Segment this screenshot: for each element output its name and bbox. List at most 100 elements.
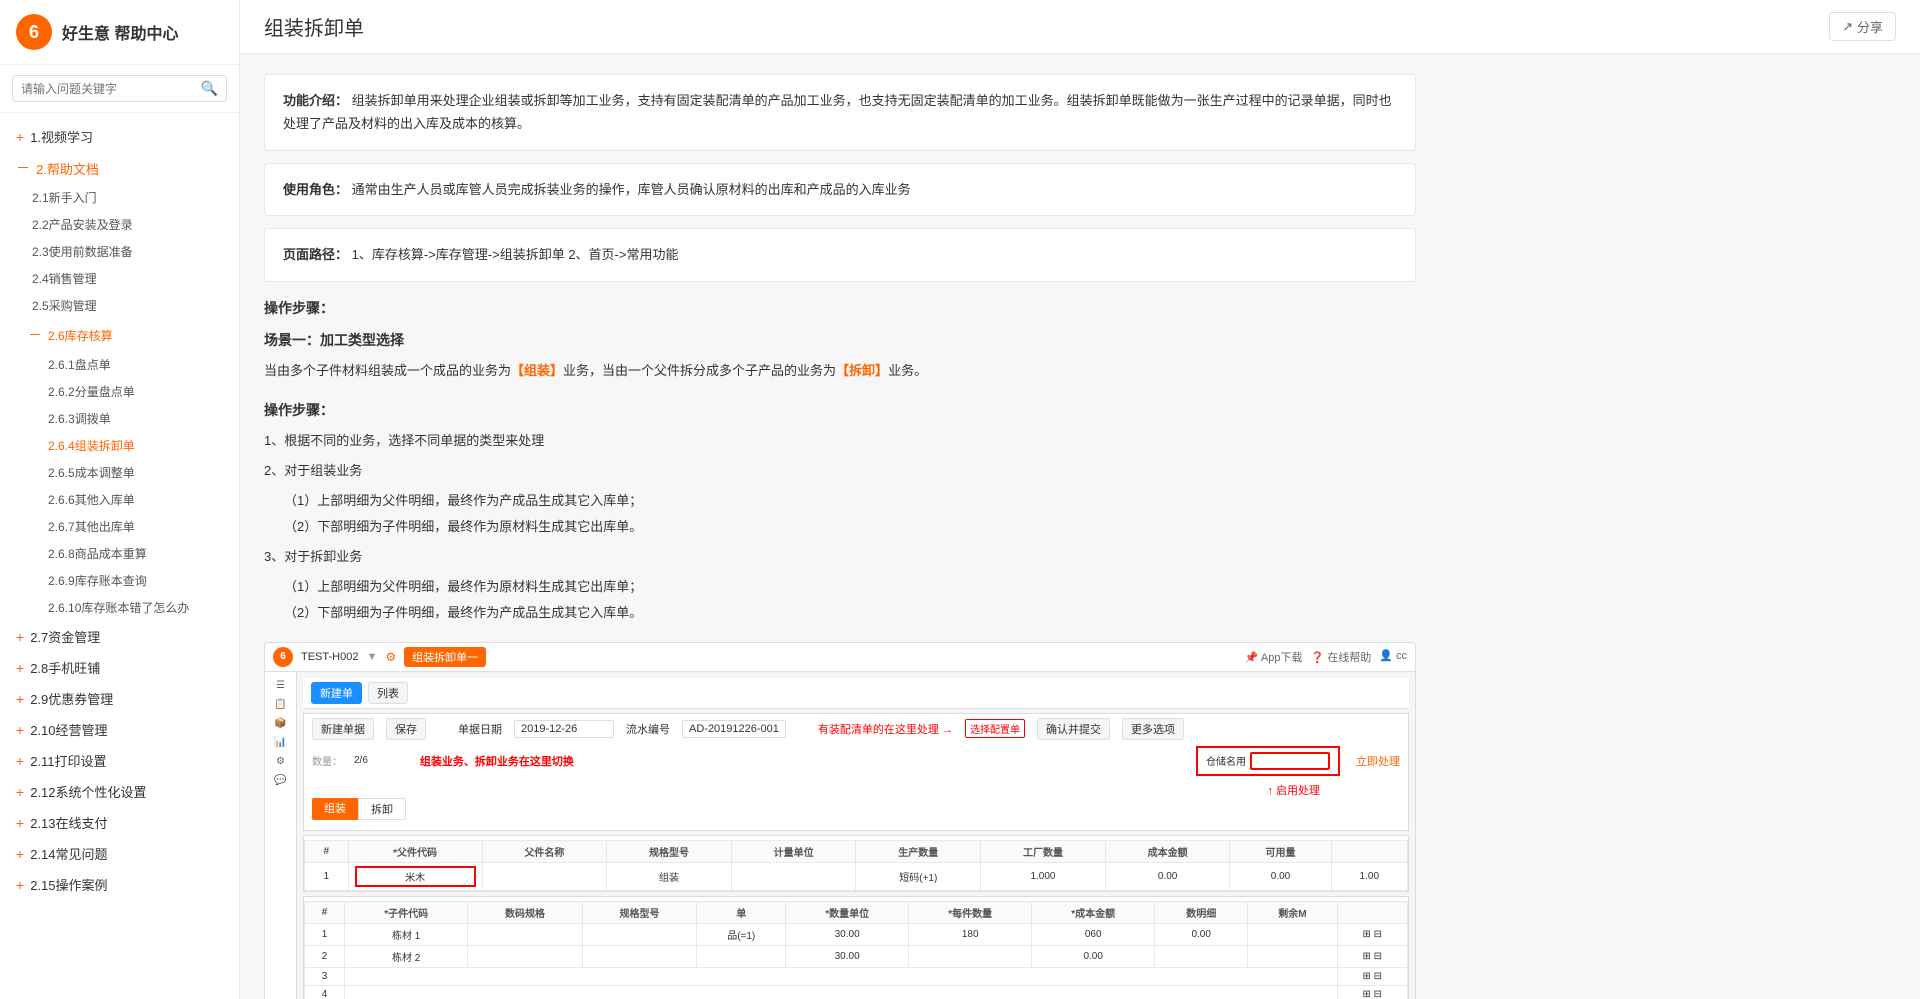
sidebar-item-ledger-error[interactable]: 2.6.10库存账本错了怎么办	[0, 594, 239, 621]
step2: 2、对于组装业务	[264, 458, 1416, 484]
sidebar-item-install[interactable]: 2.2产品安装及登录	[0, 211, 239, 238]
expand-icon-faq: +	[16, 846, 24, 862]
sidebar-item-data-prep[interactable]: 2.3使用前数据准备	[0, 238, 239, 265]
expand-icon-payment: +	[16, 815, 24, 831]
sidebar-item-customize[interactable]: + 2.12系统个性化设置	[0, 776, 239, 807]
app-left-sidebar: ☰ 📋 📦 📊 ⚙ 💬	[265, 672, 297, 999]
sidebar-item-print[interactable]: + 2.11打印设置	[0, 745, 239, 776]
sidebar-item-purchase[interactable]: 2.5采购管理	[0, 292, 239, 319]
child-table: # *子件代码 数码规格 规格型号 单 *数量单位 *每件数量 *成本金额 数明	[304, 901, 1408, 999]
tab-list-btn[interactable]: 列表	[368, 682, 408, 704]
sidebar-item-finance[interactable]: + 2.7资金管理	[0, 621, 239, 652]
th-available: 可用量	[1230, 840, 1331, 862]
tab-new-btn[interactable]: 新建单	[311, 682, 362, 704]
expand-icon: +	[16, 129, 24, 145]
sidebar-item-other-outbound[interactable]: 2.6.7其他出库单	[0, 513, 239, 540]
expand-icon-customize: +	[16, 784, 24, 800]
sidebar-item-partial-stocktake[interactable]: 2.6.2分量盘点单	[0, 378, 239, 405]
sidebar-item-transfer[interactable]: 2.6.3调拨单	[0, 405, 239, 432]
search-icon[interactable]: 🔍	[201, 80, 218, 97]
app-sidebar-icon1: ☰	[276, 680, 285, 691]
date-label: 单据日期	[458, 721, 502, 737]
th-child-model: 规格型号	[582, 901, 697, 923]
warehouse-input[interactable]	[1250, 752, 1330, 770]
btn-new[interactable]: 新建单据	[312, 718, 374, 740]
app-sidebar-icon6: 💬	[274, 775, 286, 786]
date-value[interactable]: 2019-12-26	[514, 720, 614, 738]
process-label: 仓储名用	[1206, 753, 1246, 768]
type-tab-disassembly[interactable]: 拆卸	[358, 798, 406, 820]
sidebar-item-cost-adjust[interactable]: 2.6.5成本调整单	[0, 459, 239, 486]
type-tab-assembly[interactable]: 组装	[312, 798, 358, 820]
main-content: 组装拆卸单 ↗ 分享 功能介绍： 组装拆卸单用来处理企业组装或拆卸等加工业务，支…	[240, 0, 1920, 999]
cell-child-remain-2	[1248, 945, 1337, 967]
share-button[interactable]: ↗ 分享	[1829, 12, 1896, 41]
expand-icon-coupon: +	[16, 691, 24, 707]
sidebar-item-assembly[interactable]: 2.6.4组装拆卸单	[0, 432, 239, 459]
no-value[interactable]: AD-20191226-001	[682, 720, 786, 738]
sidebar-item-cost-recalc[interactable]: 2.6.8商品成本重算	[0, 540, 239, 567]
th-spec: 规格型号	[607, 840, 732, 862]
refresh-icon[interactable]: ⚙	[385, 650, 396, 664]
scene1-title: 场景一：加工类型选择	[264, 330, 1416, 350]
cell-child-cost-2: 0.00	[1032, 945, 1155, 967]
app-top-bar: 6 TEST-H002 ▼ ⚙ 组装拆卸单一 📌 App下载 ❓ 在线帮助 👤 …	[265, 643, 1415, 672]
app-new-doc-btn[interactable]: 组装拆卸单一	[404, 647, 486, 667]
cell-child-cost-1: 060	[1032, 923, 1155, 945]
app-company: TEST-H002	[301, 651, 358, 663]
btn-save[interactable]: 保存	[386, 718, 426, 740]
role-label: 使用角色：	[283, 182, 348, 197]
app-sidebar-icon4: 📊	[274, 737, 286, 748]
child-table-section: # *子件代码 数码规格 规格型号 单 *数量单位 *每件数量 *成本金额 数明	[303, 896, 1409, 999]
cell-4-empty	[345, 985, 1337, 999]
th-child-per-unit: *每件数量	[909, 901, 1032, 923]
btn-confirm[interactable]: 确认并提交	[1037, 718, 1110, 740]
sidebar-item-coupon[interactable]: + 2.9优惠券管理	[0, 683, 239, 714]
btn-select-config[interactable]: 选择配置单	[965, 719, 1025, 738]
sidebar-item-faq[interactable]: + 2.14常见问题	[0, 838, 239, 869]
th-child-ops	[1337, 901, 1407, 923]
search-input[interactable]	[21, 82, 201, 96]
annotation1-text: 有装配清单的在这里处理 →	[818, 721, 953, 737]
th-child-remain: 剩余M	[1248, 901, 1337, 923]
sidebar-item-other-inbound[interactable]: 2.6.6其他入库单	[0, 486, 239, 513]
sidebar-item-mobile[interactable]: + 2.8手机旺铺	[0, 652, 239, 683]
father-code-highlight[interactable]: 米木	[355, 866, 476, 887]
logo-icon: 6	[16, 14, 52, 50]
father-table: # *父件代码 父件名称 规格型号 计量单位 生产数量 工厂数量 成本金额 可用	[304, 840, 1408, 891]
logo-area: 6 好生意 帮助中心	[0, 0, 239, 65]
cell-child-detail-1: 0.00	[1155, 923, 1248, 945]
sidebar-item-videos[interactable]: + 1.视频学习	[0, 121, 239, 152]
sidebar-item-ledger-query[interactable]: 2.6.9库存账本查询	[0, 567, 239, 594]
step1: 1、根据不同的业务，选择不同单据的类型来处理	[264, 428, 1416, 454]
sidebar-item-inventory[interactable]: － 2.6库存核算	[0, 319, 239, 351]
sidebar-item-payment[interactable]: + 2.13在线支付	[0, 807, 239, 838]
cell-father-name	[482, 862, 607, 890]
role-text: 通常由生产人员或库管人员完成拆装业务的操作，库管人员确认原材料的出库和产成品的入…	[352, 182, 911, 197]
search-box[interactable]: 🔍	[12, 75, 227, 102]
sidebar-item-beginner[interactable]: 2.1新手入门	[0, 184, 239, 211]
app-form-header: 新建单据 保存 单据日期 2019-12-26 流水编号 AD-20191226…	[303, 713, 1409, 831]
btn-process[interactable]: 立即处理	[1356, 753, 1400, 769]
th-serial: #	[305, 840, 349, 862]
sidebar-item-stocktake[interactable]: 2.6.1盘点单	[0, 351, 239, 378]
cell-3-s: 3	[305, 967, 345, 985]
sidebar-item-ops[interactable]: + 2.10经营管理	[0, 714, 239, 745]
cell-prod-qty: 短码(+1)	[856, 862, 981, 890]
btn-more[interactable]: 更多选项	[1122, 718, 1184, 740]
cell-child-unit-2	[697, 945, 786, 967]
app-main-area: 新建单 列表 新建单据 保存 单据日期 2019-12-26 流水编号	[297, 672, 1415, 999]
cell-child-qty-unit-2: 30.00	[786, 945, 909, 967]
cell-spec: 组装	[607, 862, 732, 890]
highlight-assembly: 【组装】	[511, 363, 563, 378]
help-icon: ❓ 在线帮助	[1310, 649, 1371, 665]
cell-cost: 0.00	[1105, 862, 1230, 890]
sidebar-item-docs[interactable]: － 2.帮助文档	[0, 152, 239, 184]
user-icon: 👤 cc	[1379, 649, 1407, 665]
sidebar-item-cases[interactable]: + 2.15操作案例	[0, 869, 239, 900]
annotation3-text: ↑ 启用处理	[1267, 785, 1320, 797]
path-text: 1、库存核算->库存管理->组装拆卸单 2、首页->常用功能	[352, 247, 679, 262]
content-area: 功能介绍： 组装拆卸单用来处理企业组装或拆卸等加工业务，支持有固定装配清单的产品…	[240, 54, 1440, 999]
sidebar-item-sales[interactable]: 2.4销售管理	[0, 265, 239, 292]
cell-child-per-1: 180	[909, 923, 1032, 945]
